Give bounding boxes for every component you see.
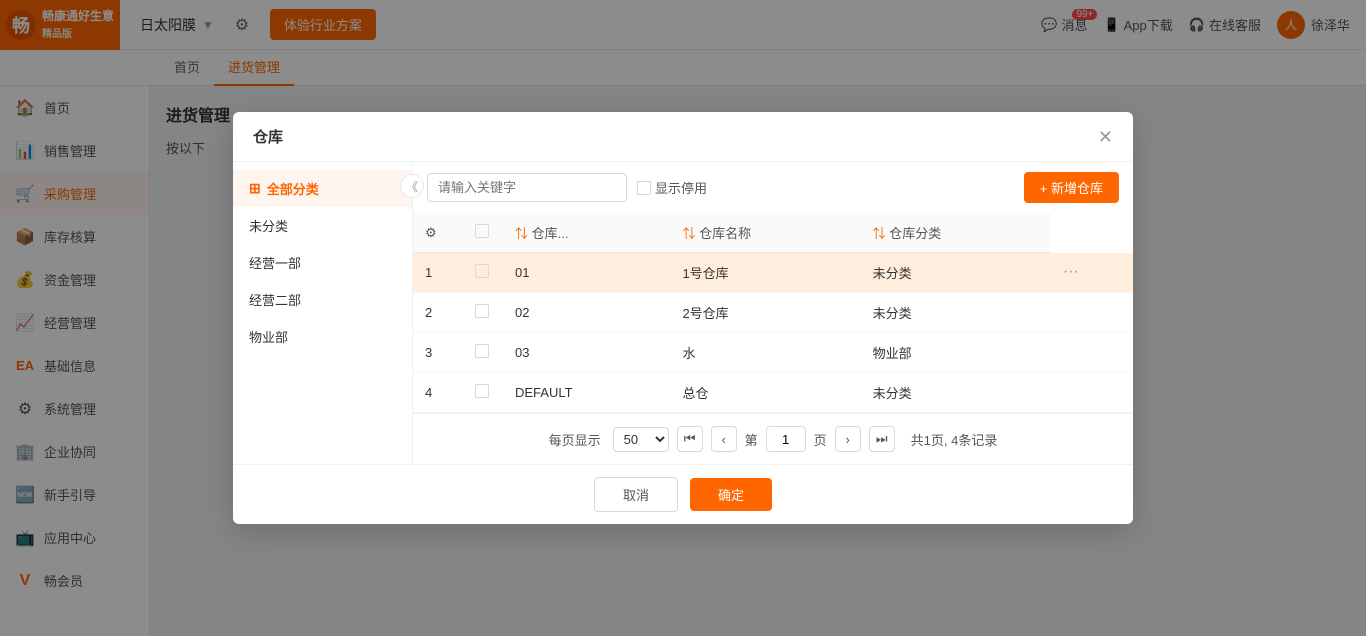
row-index: 2: [413, 293, 463, 333]
table-row[interactable]: 2 02 2号仓库 未分类: [413, 293, 1133, 333]
collapse-button[interactable]: 《: [400, 174, 424, 198]
row-select-checkbox[interactable]: [475, 264, 489, 278]
category-item-property[interactable]: 物业部: [233, 318, 412, 355]
row-category: 未分类: [861, 373, 1051, 413]
page-unit: 页: [814, 430, 827, 449]
pagination: 每页显示 50 10 20 100 ⏮ ‹ 第 页 › ⏭ 共1页, 4条记录: [413, 413, 1133, 464]
col-category[interactable]: ⇅ 仓库分类: [861, 213, 1051, 253]
row-category: 未分类: [861, 253, 1051, 293]
warehouse-dialog: 仓库 ✕ 《 ⊞ 全部分类 未分类 经营一部 经营二部: [233, 112, 1133, 524]
row-name: 1号仓库: [670, 253, 860, 293]
table-row[interactable]: 4 DEFAULT 总仓 未分类: [413, 373, 1133, 413]
row-select-checkbox[interactable]: [475, 384, 489, 398]
row-checkbox[interactable]: [463, 373, 503, 413]
row-select-checkbox[interactable]: [475, 344, 489, 358]
total-info: 共1页, 4条记录: [911, 430, 998, 449]
row-checkbox[interactable]: [463, 253, 503, 293]
search-input[interactable]: [428, 175, 624, 200]
category-item-ops1[interactable]: 经营一部: [233, 244, 412, 281]
row-index: 4: [413, 373, 463, 413]
category-item-all[interactable]: ⊞ 全部分类: [233, 170, 412, 207]
next-page-button[interactable]: ›: [835, 426, 861, 452]
col-name[interactable]: ⇅ 仓库名称: [670, 213, 860, 253]
cancel-button[interactable]: 取消: [594, 477, 678, 512]
table-row[interactable]: 1 01 1号仓库 未分类 ···: [413, 253, 1133, 293]
row-checkbox[interactable]: [463, 333, 503, 373]
last-page-button[interactable]: ⏭: [869, 426, 895, 452]
table-row[interactable]: 3 03 水 物业部: [413, 333, 1133, 373]
category-item-ops2[interactable]: 经营二部: [233, 281, 412, 318]
sort-icon-name: ⇅: [682, 226, 695, 241]
row-name: 水: [670, 333, 860, 373]
search-icon[interactable]: 🔍: [624, 174, 627, 201]
row-index: 3: [413, 333, 463, 373]
add-warehouse-button[interactable]: + 新增仓库: [1024, 172, 1119, 203]
row-actions-icon[interactable]: ···: [1063, 263, 1079, 280]
select-all-checkbox[interactable]: [475, 224, 489, 238]
row-code: 03: [503, 333, 670, 373]
dialog-title: 仓库: [253, 126, 283, 147]
dialog-body: 《 ⊞ 全部分类 未分类 经营一部 经营二部 物业部: [233, 162, 1133, 464]
first-page-button[interactable]: ⏮: [677, 426, 703, 452]
search-box: 🔍: [427, 173, 627, 202]
per-page-label: 每页显示: [549, 430, 601, 449]
category-sidebar: 《 ⊞ 全部分类 未分类 经营一部 经营二部 物业部: [233, 162, 413, 464]
dialog-overlay: 仓库 ✕ 《 ⊞ 全部分类 未分类 经营一部 经营二部: [0, 0, 1366, 636]
close-icon[interactable]: ✕: [1098, 128, 1113, 146]
page-number-input[interactable]: [766, 426, 806, 452]
dialog-footer: 取消 确定: [233, 464, 1133, 524]
row-code: 01: [503, 253, 670, 293]
row-code: DEFAULT: [503, 373, 670, 413]
per-page-select[interactable]: 50 10 20 100: [613, 427, 669, 452]
settings-col-icon: ⚙: [425, 225, 437, 240]
row-select-checkbox[interactable]: [475, 304, 489, 318]
row-name: 总仓: [670, 373, 860, 413]
sort-icon-code: ⇅: [515, 226, 528, 241]
dialog-header: 仓库 ✕: [233, 112, 1133, 162]
row-name: 2号仓库: [670, 293, 860, 333]
row-checkbox[interactable]: [463, 293, 503, 333]
col-checkbox: [463, 213, 503, 253]
row-code: 02: [503, 293, 670, 333]
row-index: 1: [413, 253, 463, 293]
grid-icon: ⊞: [249, 180, 261, 197]
table-toolbar: 🔍 显示停用 + 新增仓库: [413, 162, 1133, 213]
category-item-uncategorized[interactable]: 未分类: [233, 207, 412, 244]
page-label: 第: [745, 430, 758, 449]
show-disabled-label[interactable]: 显示停用: [637, 178, 707, 197]
row-category: 未分类: [861, 293, 1051, 333]
prev-page-button[interactable]: ‹: [711, 426, 737, 452]
data-table: ⚙ ⇅ 仓库... ⇅: [413, 213, 1133, 413]
col-code[interactable]: ⇅ 仓库...: [503, 213, 670, 253]
confirm-button[interactable]: 确定: [690, 478, 772, 511]
sort-icon-category: ⇅: [873, 226, 886, 241]
row-category: 物业部: [861, 333, 1051, 373]
col-settings: ⚙: [413, 213, 463, 253]
warehouse-table: ⚙ ⇅ 仓库... ⇅: [413, 213, 1133, 413]
table-area: 🔍 显示停用 + 新增仓库: [413, 162, 1133, 464]
table-toolbar-left: 🔍 显示停用: [427, 173, 707, 202]
show-disabled-checkbox[interactable]: [637, 181, 651, 195]
